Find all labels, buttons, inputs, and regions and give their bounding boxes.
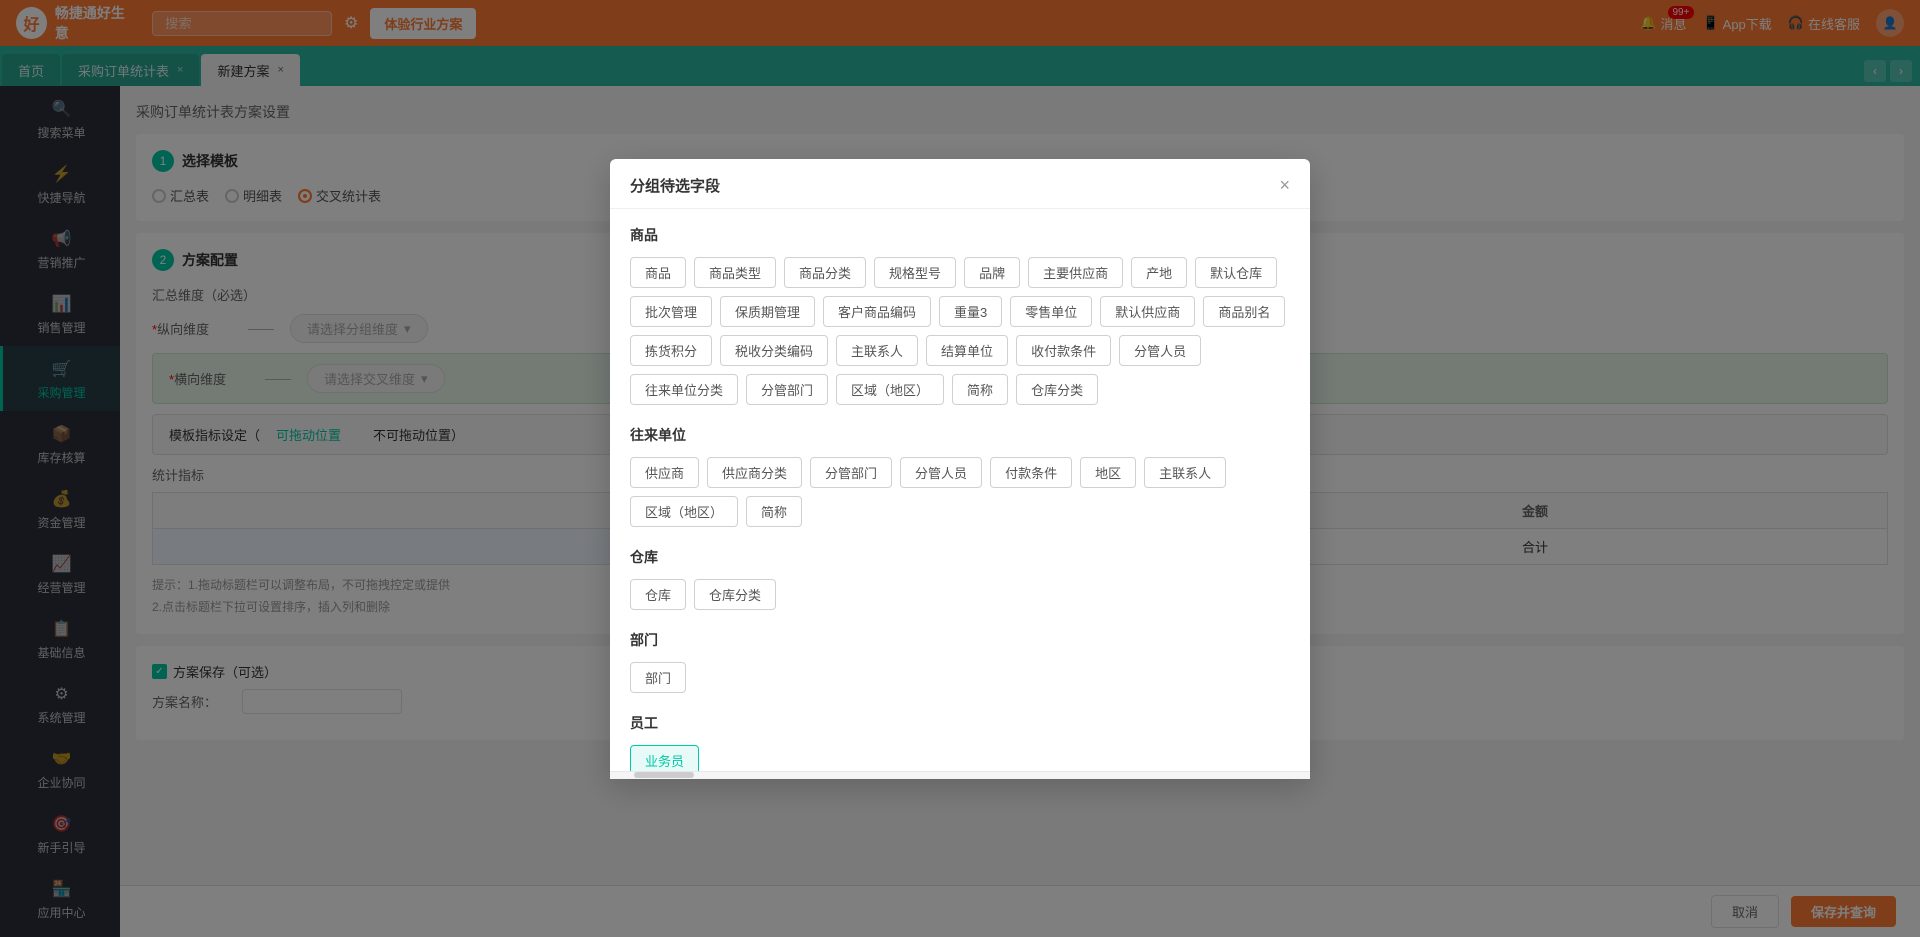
field-section-partner: 往来单位 供应商 供应商分类 分管部门 分管人员 付款条件 地区 主联系人 区域… [630, 425, 1290, 527]
field-tag-goods-12[interactable]: 重量3 [939, 296, 1002, 327]
field-section-dept: 部门 部门 [630, 630, 1290, 693]
field-tag-goods-2[interactable]: 商品类型 [694, 257, 776, 288]
field-tag-goods-7[interactable]: 产地 [1131, 257, 1187, 288]
field-section-staff: 员工 业务员 [630, 713, 1290, 771]
field-grid-warehouse: 仓库 仓库分类 [630, 579, 1290, 610]
field-section-goods: 商品 商品 商品类型 商品分类 规格型号 品牌 主要供应商 产地 默认仓库 批次… [630, 225, 1290, 405]
field-selection-modal: 分组待选字段 × 商品 商品 商品类型 商品分类 规格型号 品牌 主要供应商 产… [610, 159, 1310, 779]
field-tag-partner-2[interactable]: 供应商分类 [707, 457, 802, 488]
field-section-staff-title: 员工 [630, 713, 1290, 733]
field-tag-partner-3[interactable]: 分管部门 [810, 457, 892, 488]
field-grid-staff: 业务员 [630, 745, 1290, 771]
field-tag-goods-10[interactable]: 保质期管理 [720, 296, 815, 327]
modal-hscroll-thumb [634, 772, 694, 778]
field-section-warehouse-title: 仓库 [630, 547, 1290, 567]
field-grid-goods: 商品 商品类型 商品分类 规格型号 品牌 主要供应商 产地 默认仓库 批次管理 … [630, 257, 1290, 405]
field-tag-dept-1[interactable]: 部门 [630, 662, 686, 693]
field-tag-goods-17[interactable]: 税收分类编码 [720, 335, 828, 366]
field-tag-goods-3[interactable]: 商品分类 [784, 257, 866, 288]
field-section-partner-title: 往来单位 [630, 425, 1290, 445]
field-section-dept-title: 部门 [630, 630, 1290, 650]
modal-title: 分组待选字段 [630, 175, 720, 196]
field-tag-goods-11[interactable]: 客户商品编码 [823, 296, 931, 327]
field-tag-goods-18[interactable]: 主联系人 [836, 335, 918, 366]
field-tag-goods-24[interactable]: 区域（地区） [836, 374, 944, 405]
field-tag-partner-4[interactable]: 分管人员 [900, 457, 982, 488]
field-section-warehouse: 仓库 仓库 仓库分类 [630, 547, 1290, 610]
modal-overlay[interactable]: 分组待选字段 × 商品 商品 商品类型 商品分类 规格型号 品牌 主要供应商 产… [0, 0, 1920, 937]
field-tag-goods-1[interactable]: 商品 [630, 257, 686, 288]
field-tag-goods-23[interactable]: 分管部门 [746, 374, 828, 405]
field-grid-dept: 部门 [630, 662, 1290, 693]
field-tag-goods-26[interactable]: 仓库分类 [1016, 374, 1098, 405]
field-tag-goods-25[interactable]: 简称 [952, 374, 1008, 405]
field-tag-goods-14[interactable]: 默认供应商 [1100, 296, 1195, 327]
field-tag-goods-16[interactable]: 拣货积分 [630, 335, 712, 366]
field-tag-goods-21[interactable]: 分管人员 [1119, 335, 1201, 366]
modal-horizontal-scroll[interactable] [610, 771, 1310, 779]
modal-header: 分组待选字段 × [610, 159, 1310, 209]
field-tag-goods-20[interactable]: 收付款条件 [1016, 335, 1111, 366]
field-tag-goods-4[interactable]: 规格型号 [874, 257, 956, 288]
modal-close-button[interactable]: × [1279, 176, 1290, 194]
field-tag-goods-13[interactable]: 零售单位 [1010, 296, 1092, 327]
field-tag-staff-1[interactable]: 业务员 [630, 745, 699, 771]
field-section-goods-title: 商品 [630, 225, 1290, 245]
modal-body: 商品 商品 商品类型 商品分类 规格型号 品牌 主要供应商 产地 默认仓库 批次… [610, 209, 1310, 771]
field-tag-partner-9[interactable]: 简称 [746, 496, 802, 527]
field-tag-partner-8[interactable]: 区域（地区） [630, 496, 738, 527]
field-grid-partner: 供应商 供应商分类 分管部门 分管人员 付款条件 地区 主联系人 区域（地区） … [630, 457, 1290, 527]
field-tag-partner-7[interactable]: 主联系人 [1144, 457, 1226, 488]
field-tag-goods-19[interactable]: 结算单位 [926, 335, 1008, 366]
field-tag-partner-6[interactable]: 地区 [1080, 457, 1136, 488]
field-tag-goods-22[interactable]: 往来单位分类 [630, 374, 738, 405]
field-tag-goods-6[interactable]: 主要供应商 [1028, 257, 1123, 288]
field-tag-partner-1[interactable]: 供应商 [630, 457, 699, 488]
field-tag-partner-5[interactable]: 付款条件 [990, 457, 1072, 488]
field-tag-goods-9[interactable]: 批次管理 [630, 296, 712, 327]
field-tag-goods-15[interactable]: 商品别名 [1203, 296, 1285, 327]
field-tag-goods-8[interactable]: 默认仓库 [1195, 257, 1277, 288]
field-tag-warehouse-1[interactable]: 仓库 [630, 579, 686, 610]
field-tag-goods-5[interactable]: 品牌 [964, 257, 1020, 288]
field-tag-warehouse-2[interactable]: 仓库分类 [694, 579, 776, 610]
